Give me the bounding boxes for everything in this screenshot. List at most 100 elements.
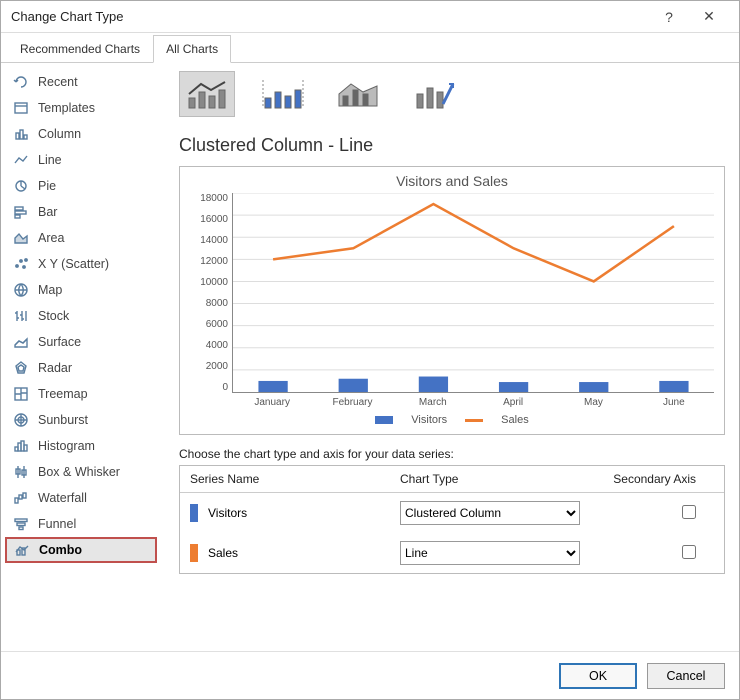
surface-icon — [12, 333, 30, 351]
sidebar-item-sunburst[interactable]: Sunburst — [5, 407, 157, 433]
sidebar-item-label: Bar — [38, 205, 57, 219]
funnel-icon — [12, 515, 30, 533]
tab-all-charts[interactable]: All Charts — [153, 35, 231, 63]
sidebar-item-label: Funnel — [38, 517, 76, 531]
series-config-table: Series Name Chart Type Secondary Axis Vi… — [179, 465, 725, 574]
titlebar: Change Chart Type ? ✕ — [1, 1, 739, 33]
sidebar-item-waterfall[interactable]: Waterfall — [5, 485, 157, 511]
sidebar-item-label: Stock — [38, 309, 69, 323]
sidebar-item-label: Templates — [38, 101, 95, 115]
sidebar-item-label: Column — [38, 127, 81, 141]
plot-area — [232, 193, 714, 393]
secondary-axis-checkbox-visitors[interactable] — [682, 505, 696, 519]
sidebar-item-label: X Y (Scatter) — [38, 257, 109, 271]
sidebar-item-label: Sunburst — [38, 413, 88, 427]
header-series-name: Series Name — [190, 472, 400, 486]
y-axis: 0200040006000800010000120001400016000180… — [190, 193, 232, 393]
main-pane: Clustered Column - Line Visitors and Sal… — [161, 63, 739, 651]
recent-icon — [12, 73, 30, 91]
combo-icon — [13, 541, 31, 559]
sidebar-item-line[interactable]: Line — [5, 147, 157, 173]
legend-label-sales: Sales — [501, 414, 529, 426]
sidebar-item-surface[interactable]: Surface — [5, 329, 157, 355]
subtype-thumbnails — [179, 71, 725, 117]
sidebar-item-label: Line — [38, 153, 62, 167]
radar-icon — [12, 359, 30, 377]
series-row-sales: Sales Line — [180, 533, 724, 573]
subtype-stacked-area-column[interactable] — [331, 71, 387, 117]
sidebar-item-label: Recent — [38, 75, 78, 89]
sidebar-item-label: Box & Whisker — [38, 465, 120, 479]
sidebar-item-area[interactable]: Area — [5, 225, 157, 251]
bar-icon — [12, 203, 30, 221]
tabstrip: Recommended Charts All Charts — [1, 33, 739, 63]
dialog-footer: OK Cancel — [1, 651, 739, 699]
secondary-axis-checkbox-sales[interactable] — [682, 545, 696, 559]
histogram-icon — [12, 437, 30, 455]
waterfall-icon — [12, 489, 30, 507]
chart-title: Visitors and Sales — [190, 173, 714, 189]
sidebar-item-label: Combo — [39, 543, 82, 557]
sidebar-item-histogram[interactable]: Histogram — [5, 433, 157, 459]
sidebar-item-treemap[interactable]: Treemap — [5, 381, 157, 407]
sidebar-item-scatter[interactable]: X Y (Scatter) — [5, 251, 157, 277]
tab-recommended-charts[interactable]: Recommended Charts — [7, 35, 153, 63]
subtype-custom-combo[interactable] — [407, 71, 463, 117]
header-chart-type: Chart Type — [400, 472, 600, 486]
subtype-clustered-column-line[interactable] — [179, 71, 235, 117]
close-button[interactable]: ✕ — [689, 8, 729, 25]
series-name-visitors: Visitors — [208, 506, 247, 520]
scatter-icon — [12, 255, 30, 273]
treemap-icon — [12, 385, 30, 403]
cancel-button[interactable]: Cancel — [647, 663, 725, 689]
sidebar-item-pie[interactable]: Pie — [5, 173, 157, 199]
legend-swatch-sales — [465, 419, 483, 422]
sidebar-item-label: Pie — [38, 179, 56, 193]
series-swatch-visitors — [190, 504, 198, 522]
x-axis: JanuaryFebruaryMarchAprilMayJune — [232, 393, 714, 408]
series-name-sales: Sales — [208, 546, 238, 560]
sidebar-item-label: Surface — [38, 335, 81, 349]
chart-type-select-sales[interactable]: Line — [400, 541, 580, 565]
sidebar-item-radar[interactable]: Radar — [5, 355, 157, 381]
sidebar-item-funnel[interactable]: Funnel — [5, 511, 157, 537]
line-icon — [12, 151, 30, 169]
chart-type-select-visitors[interactable]: Clustered Column — [400, 501, 580, 525]
legend-swatch-visitors — [375, 416, 393, 424]
legend-label-visitors: Visitors — [411, 414, 447, 426]
sidebar-item-column[interactable]: Column — [5, 121, 157, 147]
sidebar-item-templates[interactable]: Templates — [5, 95, 157, 121]
sidebar-item-bar[interactable]: Bar — [5, 199, 157, 225]
sidebar-item-stock[interactable]: Stock — [5, 303, 157, 329]
sidebar-item-label: Histogram — [38, 439, 95, 453]
ok-button[interactable]: OK — [559, 663, 637, 689]
sidebar-item-label: Map — [38, 283, 62, 297]
map-icon — [12, 281, 30, 299]
pie-icon — [12, 177, 30, 195]
stock-icon — [12, 307, 30, 325]
column-icon — [12, 125, 30, 143]
chart-category-sidebar: Recent Templates Column Line Pie Bar Are… — [1, 63, 161, 651]
area-icon — [12, 229, 30, 247]
sidebar-item-combo[interactable]: Combo — [5, 537, 157, 563]
help-button[interactable]: ? — [649, 9, 689, 25]
sidebar-item-map[interactable]: Map — [5, 277, 157, 303]
sidebar-item-label: Treemap — [38, 387, 88, 401]
chart-preview: Visitors and Sales 020004000600080001000… — [179, 166, 725, 435]
sidebar-item-label: Area — [38, 231, 64, 245]
legend: Visitors Sales — [190, 414, 714, 426]
templates-icon — [12, 99, 30, 117]
series-swatch-sales — [190, 544, 198, 562]
series-row-visitors: Visitors Clustered Column — [180, 493, 724, 533]
sunburst-icon — [12, 411, 30, 429]
header-secondary-axis: Secondary Axis — [600, 472, 714, 486]
boxwhisker-icon — [12, 463, 30, 481]
sidebar-item-recent[interactable]: Recent — [5, 69, 157, 95]
sidebar-item-label: Radar — [38, 361, 72, 375]
sidebar-item-label: Waterfall — [38, 491, 87, 505]
window-title: Change Chart Type — [11, 9, 649, 24]
sidebar-item-boxwhisker[interactable]: Box & Whisker — [5, 459, 157, 485]
subtype-clustered-column-line-secondary[interactable] — [255, 71, 311, 117]
series-config-instruction: Choose the chart type and axis for your … — [179, 447, 725, 461]
subtype-title: Clustered Column - Line — [179, 135, 725, 156]
